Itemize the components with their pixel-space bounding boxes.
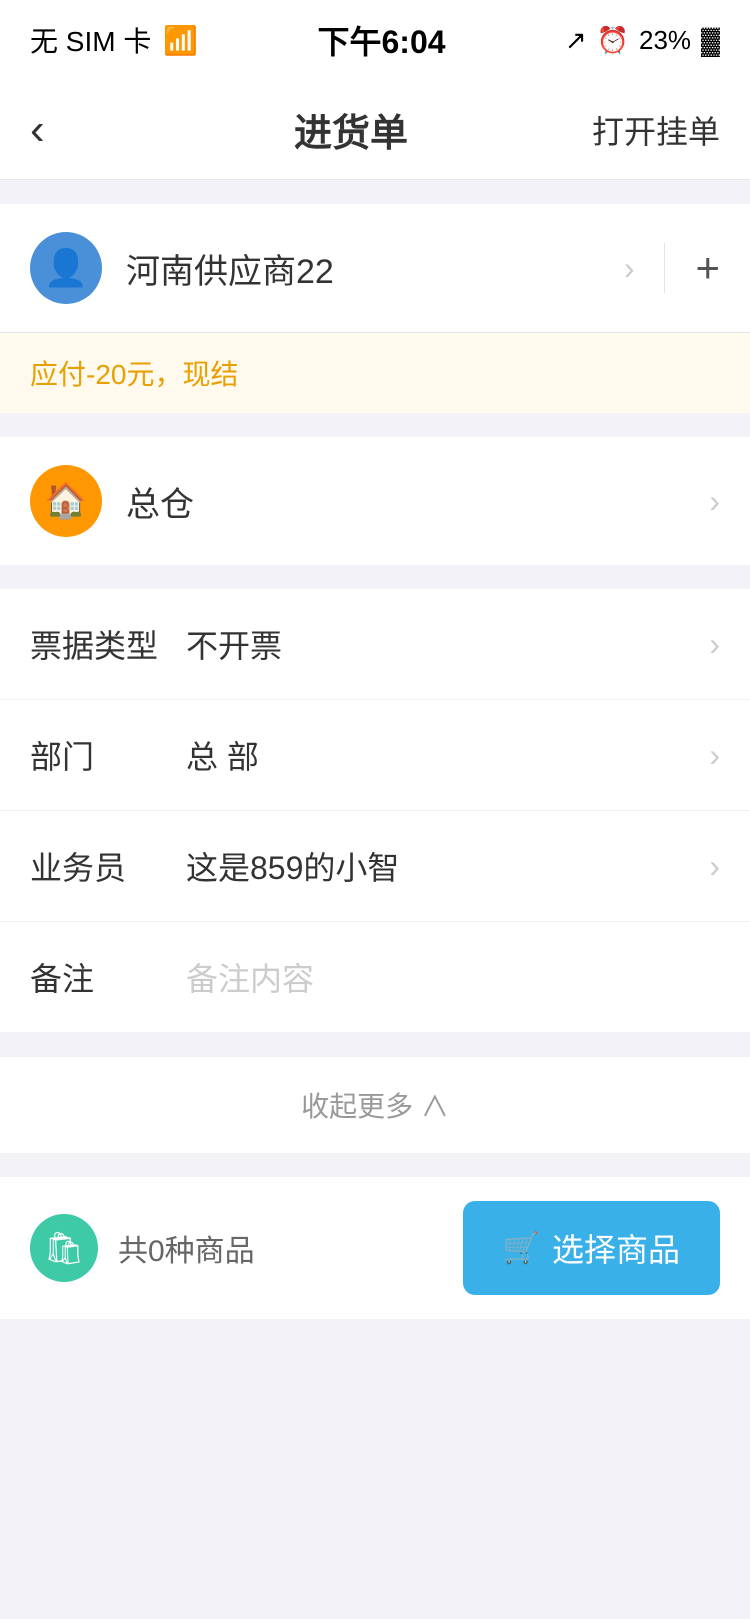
select-product-label: 选择商品 xyxy=(552,1225,680,1271)
bag-icon: 🛍 xyxy=(44,1229,85,1267)
product-count-text: 共0种商品 xyxy=(118,1226,255,1270)
cart-add-icon: 🛒 xyxy=(503,1231,540,1266)
carrier-info: 无 SIM 卡 📶 xyxy=(30,20,198,60)
chevron-right-icon: › xyxy=(709,848,720,885)
collapse-button[interactable]: 收起更多 ∧ xyxy=(301,1085,449,1125)
add-icon[interactable]: + xyxy=(695,244,720,292)
collapse-section: 收起更多 ∧ xyxy=(0,1056,750,1153)
clock: 下午6:04 xyxy=(317,17,445,63)
salesman-label: 业务员 xyxy=(30,843,170,889)
house-icon: 🏠 xyxy=(45,481,87,521)
chevron-right-icon: › xyxy=(709,483,720,520)
battery-label: 23% xyxy=(639,25,691,56)
back-button[interactable]: ‹ xyxy=(30,105,110,155)
person-icon: 👤 xyxy=(44,247,89,289)
remark-label: 备注 xyxy=(30,954,170,1000)
remark-input[interactable]: 备注内容 xyxy=(170,954,720,1000)
invoice-type-label: 票据类型 xyxy=(30,621,170,667)
chevron-right-icon: › xyxy=(709,737,720,774)
warehouse-name: 总仓 xyxy=(126,477,709,526)
warehouse-icon: 🏠 xyxy=(30,465,102,537)
open-hang-bill-button[interactable]: 打开挂单 xyxy=(592,107,720,153)
notice-banner: 应付-20元，现结 xyxy=(0,333,750,413)
product-count-left: 🛍 共0种商品 xyxy=(30,1214,255,1282)
page-title: 进货单 xyxy=(294,102,408,157)
page-background-fill xyxy=(0,1319,750,1619)
location-icon: ↗ xyxy=(565,25,587,56)
bottom-bar: 🛍 共0种商品 🛒 选择商品 xyxy=(0,1177,750,1319)
wifi-icon: 📶 xyxy=(163,24,198,57)
department-row[interactable]: 部门 总 部 › xyxy=(0,700,750,811)
supplier-section: 👤 河南供应商22 › + 应付-20元，现结 xyxy=(0,204,750,413)
battery-icon: ▓ xyxy=(701,25,720,56)
salesman-value: 这是859的小智 xyxy=(170,843,709,889)
supplier-name: 河南供应商22 xyxy=(126,244,624,293)
supplier-row-right: › + xyxy=(624,243,720,293)
nav-bar: ‹ 进货单 打开挂单 xyxy=(0,80,750,180)
salesman-row[interactable]: 业务员 这是859的小智 › xyxy=(0,811,750,922)
form-section: 票据类型 不开票 › 部门 总 部 › 业务员 这是859的小智 › 备注 备注… xyxy=(0,589,750,1032)
invoice-type-row[interactable]: 票据类型 不开票 › xyxy=(0,589,750,700)
department-label: 部门 xyxy=(30,732,170,778)
alarm-icon: ⏰ xyxy=(597,25,629,56)
remark-row[interactable]: 备注 备注内容 xyxy=(0,922,750,1032)
gap-1 xyxy=(0,180,750,204)
status-indicators: ↗ ⏰ 23% ▓ xyxy=(565,25,720,56)
invoice-type-value: 不开票 xyxy=(170,621,709,667)
warehouse-row[interactable]: 🏠 总仓 › xyxy=(0,437,750,565)
supplier-row[interactable]: 👤 河南供应商22 › + xyxy=(0,204,750,333)
vertical-divider xyxy=(664,243,665,293)
select-product-button[interactable]: 🛒 选择商品 xyxy=(463,1201,720,1295)
chevron-right-icon: › xyxy=(709,626,720,663)
department-value: 总 部 xyxy=(170,732,709,778)
carrier-label: 无 SIM 卡 xyxy=(30,20,151,60)
product-icon: 🛍 xyxy=(30,1214,98,1282)
warehouse-section: 🏠 总仓 › xyxy=(0,437,750,565)
chevron-right-icon: › xyxy=(624,250,635,287)
status-bar: 无 SIM 卡 📶 下午6:04 ↗ ⏰ 23% ▓ xyxy=(0,0,750,80)
supplier-avatar: 👤 xyxy=(30,232,102,304)
main-content: 👤 河南供应商22 › + 应付-20元，现结 🏠 总仓 › 票据类型 不开票 xyxy=(0,180,750,1619)
